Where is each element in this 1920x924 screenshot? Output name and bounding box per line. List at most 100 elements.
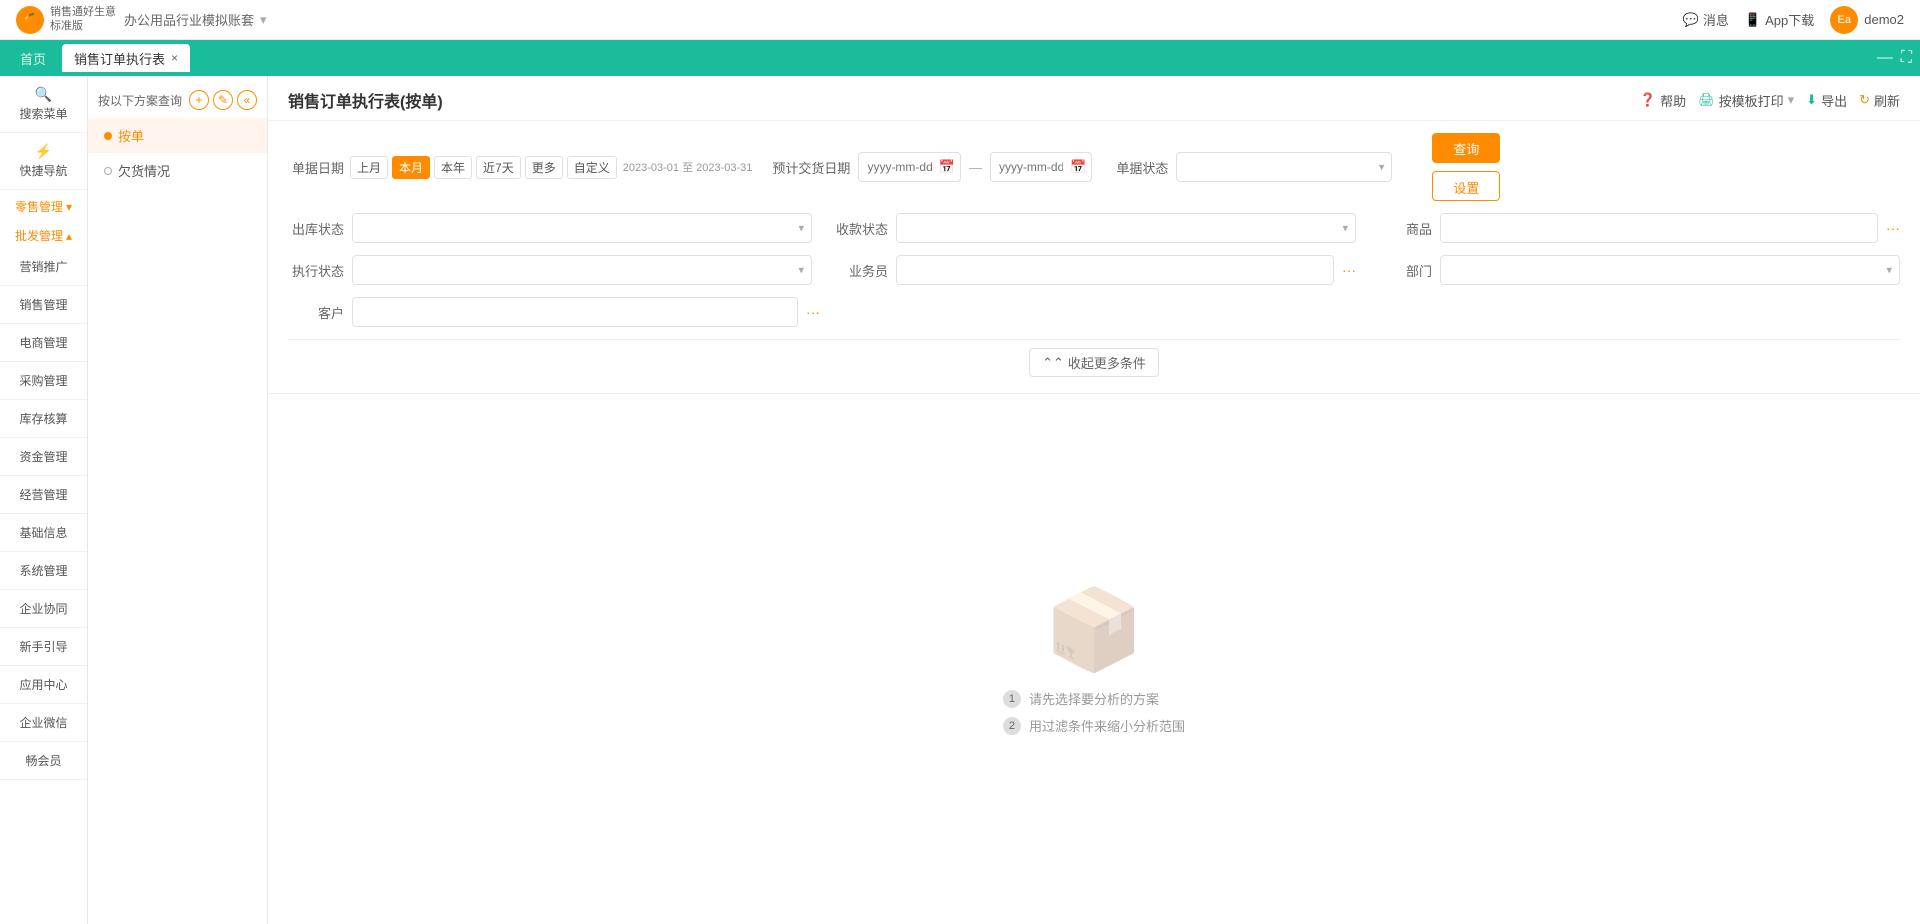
ecommerce-label: 电商管理 — [19, 334, 67, 351]
filter-row-1: 单据日期 上月 本月 本年 近7天 更多 自定义 2023-03-01 至 20… — [288, 133, 1900, 201]
print-dropdown-icon: ▾ — [1788, 92, 1795, 108]
download-icon: 📱 — [1745, 12, 1761, 28]
sidebar: 🔍 搜索菜单 ⚡ 快捷导航 零售管理 ▾ 批发管理 ▴ 营销推广 销售管理 电商… — [0, 76, 88, 924]
doc-status-select[interactable] — [1176, 152, 1392, 182]
sidebar-item-wholesale[interactable]: 批发管理 ▴ — [0, 219, 87, 248]
header-right: 💬 消息 📱 App下载 Ea demo2 — [1683, 6, 1904, 34]
filter-row-3: 执行状态 业务员 ··· — [288, 255, 1900, 285]
est-delivery-end-wrapper: 📅 — [990, 152, 1093, 182]
scheme-item-按单[interactable]: 按单 — [88, 118, 267, 153]
print-icon: 🖨 — [1698, 92, 1715, 108]
wholesale-label: 批发管理 — [15, 227, 63, 244]
out-status-select[interactable] — [352, 213, 812, 243]
operations-label: 经营管理 — [19, 486, 67, 503]
salesperson-more-icon[interactable]: ··· — [1342, 262, 1356, 278]
nav-title: 办公用品行业模拟账套 — [124, 10, 254, 29]
query-button[interactable]: 查询 — [1432, 133, 1500, 163]
exec-status-select[interactable] — [352, 255, 812, 285]
nav-dropdown-icon[interactable]: ▾ — [260, 12, 267, 28]
top-header: 🍊 销售通好生意 标准版 办公用品行业模拟账套 ▾ 💬 消息 📱 App下载 E… — [0, 0, 1920, 40]
page-content: 按以下方案查询 + ✎ « 按单 — [88, 76, 1920, 924]
exec-status-select-wrapper — [352, 255, 812, 285]
page-header: 销售订单执行表(按单) ❓ 帮助 🖨 按模板打印 ▾ ⬇ — [268, 76, 1920, 121]
date-this-year-btn[interactable]: 本年 — [434, 156, 472, 179]
date-prev-month-btn[interactable]: 上月 — [350, 156, 388, 179]
sidebar-item-purchase[interactable]: 采购管理 — [0, 362, 87, 400]
message-button[interactable]: 💬 消息 — [1683, 10, 1729, 29]
sidebar-item-quick-nav[interactable]: ⚡ 快捷导航 — [0, 133, 87, 190]
empty-tip-2: 2 用过滤条件来缩小分析范围 — [1003, 716, 1185, 735]
help-button[interactable]: ❓ 帮助 — [1640, 91, 1686, 110]
sidebar-item-finance[interactable]: 资金管理 — [0, 438, 87, 476]
refresh-button[interactable]: ↻ 刷新 — [1859, 91, 1900, 110]
marketing-label: 营销推广 — [19, 258, 67, 275]
sidebar-quick-nav-label: 快捷导航 — [19, 162, 67, 179]
product-input[interactable] — [1440, 213, 1878, 243]
filter-est-delivery: 预计交货日期 📅 — 📅 — [772, 152, 1092, 182]
filter-area: 单据日期 上月 本月 本年 近7天 更多 自定义 2023-03-01 至 20… — [268, 121, 1920, 394]
sidebar-item-enterprise[interactable]: 企业协同 — [0, 590, 87, 628]
recv-status-select-wrapper — [896, 213, 1356, 243]
filter-recv-status: 收款状态 — [832, 213, 1356, 243]
logo-area: 🍊 销售通好生意 标准版 — [16, 6, 116, 34]
empty-state: 📦 1 请先选择要分析的方案 2 用过滤条件来缩小分析范围 — [268, 394, 1920, 924]
quick-nav-icon: ⚡ — [35, 143, 52, 160]
date-custom-btn[interactable]: 自定义 — [567, 156, 617, 179]
recv-status-select[interactable] — [896, 213, 1356, 243]
tip-num-2: 2 — [1003, 717, 1021, 735]
settings-button[interactable]: 设置 — [1432, 171, 1500, 201]
sidebar-item-sales[interactable]: 销售管理 — [0, 286, 87, 324]
sidebar-item-marketing[interactable]: 营销推广 — [0, 248, 87, 286]
sidebar-item-operations[interactable]: 经营管理 — [0, 476, 87, 514]
scheme-item-欠货情况[interactable]: 欠货情况 — [88, 153, 267, 188]
nav-title-area[interactable]: 办公用品行业模拟账套 ▾ — [124, 10, 267, 29]
expand-icon[interactable]: ⛶ — [1901, 49, 1912, 67]
salesperson-input[interactable] — [896, 255, 1334, 285]
est-delivery-start-input[interactable] — [858, 152, 961, 182]
dept-select[interactable] — [1440, 255, 1900, 285]
sidebar-item-wechat[interactable]: 企业微信 — [0, 704, 87, 742]
date-recent7-btn[interactable]: 近7天 — [476, 156, 521, 179]
content-area: 按以下方案查询 + ✎ « 按单 — [88, 76, 1920, 924]
sidebar-item-newbie[interactable]: 新手引导 — [0, 628, 87, 666]
sidebar-item-retail[interactable]: 零售管理 ▾ — [0, 190, 87, 219]
sidebar-item-basic-info[interactable]: 基础信息 — [0, 514, 87, 552]
export-button[interactable]: ⬇ 导出 — [1806, 91, 1847, 110]
print-button[interactable]: 🖨 按模板打印 ▾ — [1698, 91, 1794, 110]
est-delivery-start-wrapper: 📅 — [858, 152, 961, 182]
sidebar-item-ecommerce[interactable]: 电商管理 — [0, 324, 87, 362]
scheme-inactive-dot — [104, 167, 112, 175]
salesperson-label: 业务员 — [832, 261, 888, 280]
left-panel-header: 按以下方案查询 + ✎ « — [88, 86, 267, 118]
sidebar-item-app-center[interactable]: 应用中心 — [0, 666, 87, 704]
edit-scheme-icon: ✎ — [218, 93, 228, 107]
collapse-panel-button[interactable]: « — [237, 90, 257, 110]
left-panel-actions: + ✎ « — [189, 90, 257, 110]
date-more-btn[interactable]: 更多 — [525, 156, 563, 179]
est-delivery-end-input[interactable] — [990, 152, 1093, 182]
date-this-month-btn[interactable]: 本月 — [392, 156, 430, 179]
product-more-icon[interactable]: ··· — [1886, 220, 1900, 236]
tab-sales-order[interactable]: 销售订单执行表 × — [62, 44, 190, 72]
add-scheme-button[interactable]: + — [189, 90, 209, 110]
finance-label: 资金管理 — [19, 448, 67, 465]
filter-doc-status: 单据状态 — [1112, 152, 1392, 182]
wechat-label: 企业微信 — [19, 714, 67, 731]
customer-more-icon[interactable]: ··· — [806, 304, 820, 320]
sidebar-item-member[interactable]: 畅会员 — [0, 742, 87, 780]
product-label: 商品 — [1376, 219, 1432, 238]
collapse-up-icon: ⌃⌃ — [1042, 355, 1064, 371]
tab-close-icon[interactable]: × — [171, 51, 178, 65]
edit-scheme-button[interactable]: ✎ — [213, 90, 233, 110]
customer-input[interactable] — [352, 297, 798, 327]
collapse-filters-button[interactable]: ⌃⌃ 收起更多条件 — [1029, 348, 1159, 377]
sidebar-item-inventory[interactable]: 库存核算 — [0, 400, 87, 438]
tab-home[interactable]: 首页 — [8, 44, 58, 72]
user-menu-button[interactable]: Ea demo2 — [1830, 6, 1904, 34]
sidebar-item-search[interactable]: 🔍 搜索菜单 — [0, 76, 87, 133]
empty-illustration: 📦 — [1044, 583, 1144, 677]
minimize-icon[interactable]: — — [1877, 49, 1893, 67]
sidebar-item-system[interactable]: 系统管理 — [0, 552, 87, 590]
app-download-button[interactable]: 📱 App下载 — [1745, 10, 1814, 29]
filter-exec-status: 执行状态 — [288, 255, 812, 285]
